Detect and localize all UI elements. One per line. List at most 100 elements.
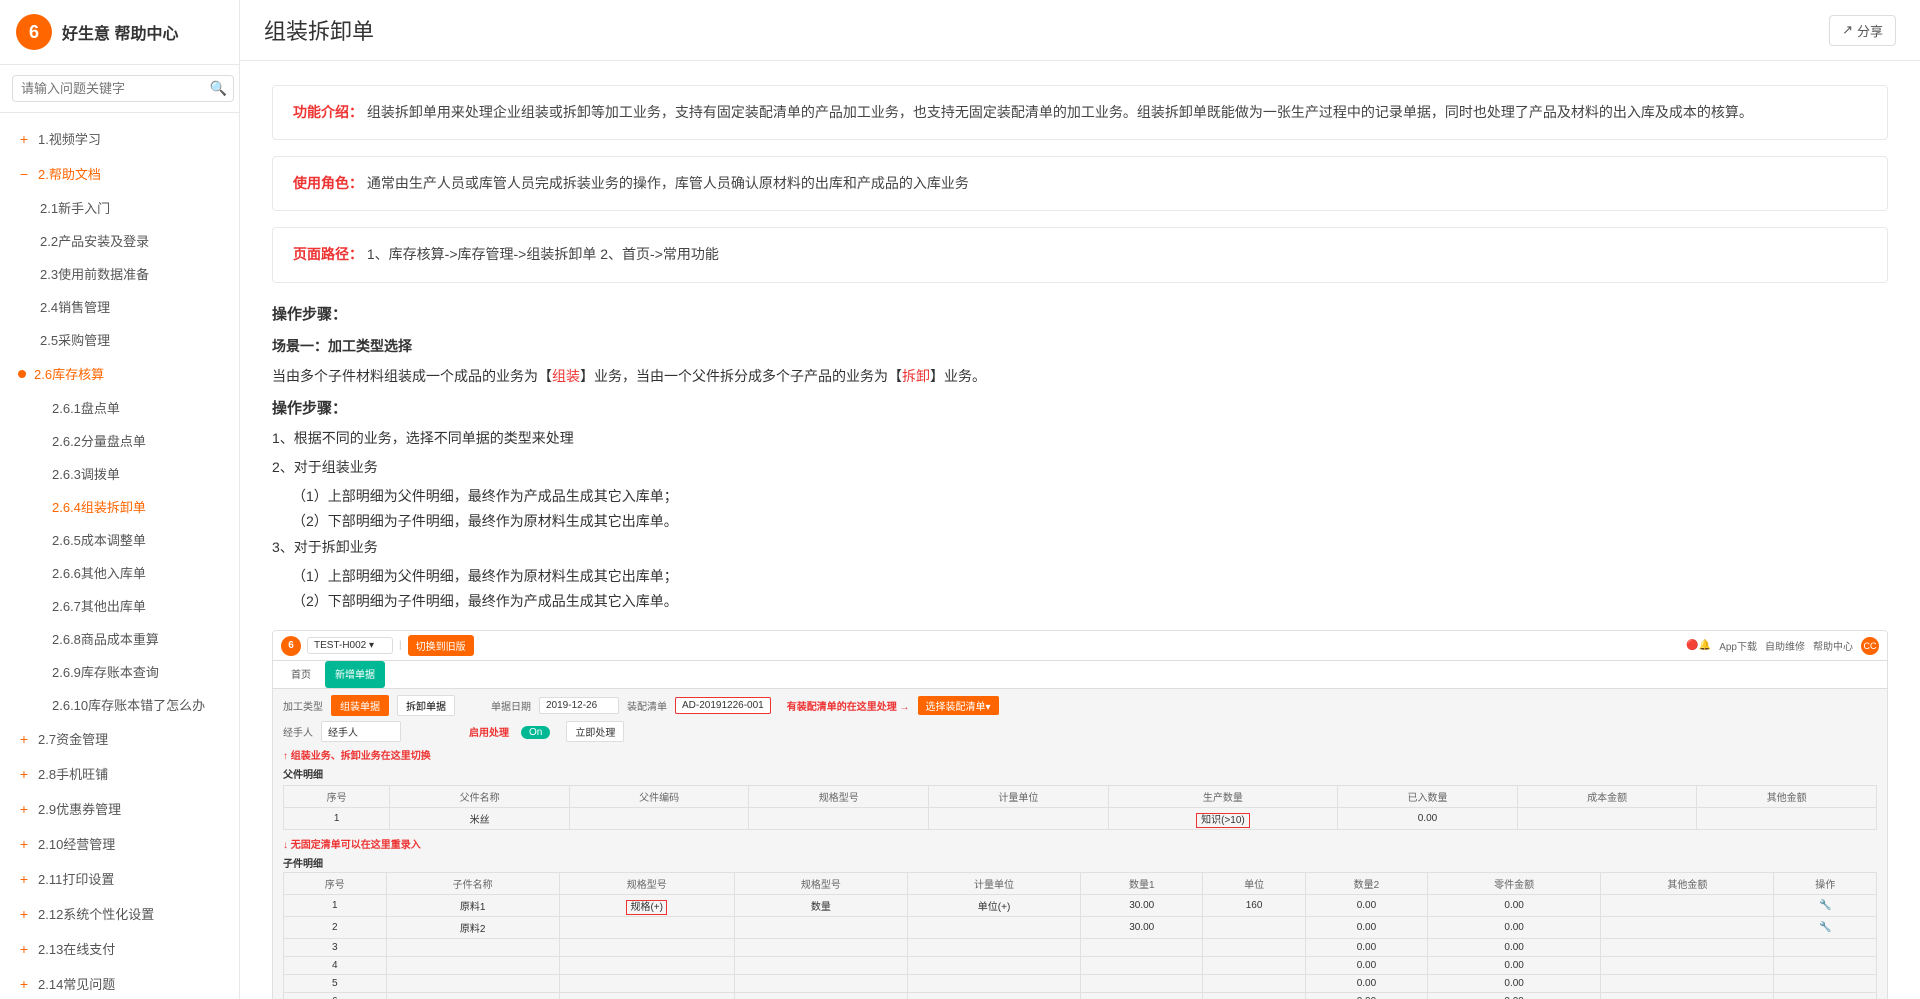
mock-tab-home[interactable]: 首页: [281, 661, 321, 688]
table-row: 1 米丝 知识(>10) 0.00: [284, 808, 1877, 830]
sidebar-nav: + 1.视频学习 − 2.帮助文档 2.1新手入门 2.2产品安装及登录 2.3…: [0, 113, 239, 999]
mock-bom-input[interactable]: AD-20191226-001: [675, 697, 771, 714]
mock-type-assembly[interactable]: 组装单据: [331, 695, 389, 716]
sidebar-item-stock-error[interactable]: 2.6.10库存账本错了怎么办: [0, 688, 239, 721]
mock-th: 数量2: [1305, 873, 1427, 895]
mock-th: 序号: [284, 786, 390, 808]
sidebar-item-coupon[interactable]: + 2.9优惠券管理: [0, 791, 239, 826]
sidebar-item-other-in[interactable]: 2.6.6其他入库单: [0, 556, 239, 589]
mock-topbar: 6 TEST-H002 ▾ | 切换到旧版 🔴🔔 App下载 自助维修 帮助中心…: [273, 631, 1887, 661]
sidebar-item-assembly[interactable]: 2.6.4组装拆卸单: [0, 490, 239, 523]
mock-bom-label: 装配清单: [627, 698, 667, 713]
search-area: 🔍: [0, 65, 239, 113]
mock-type-annotation: ↑ 组装业务、拆卸业务在这里切换: [283, 747, 1877, 762]
mock-date-input[interactable]: 2019-12-26: [539, 697, 619, 714]
mock-annotation-type: ↑ 组装业务、拆卸业务在这里切换: [283, 751, 431, 762]
app-download-link: App下载: [1719, 638, 1757, 653]
scene1-label: 场景一：加工类型选择: [272, 336, 1888, 356]
page-title: 组装拆卸单: [264, 14, 374, 46]
sidebar-item-inventory[interactable]: 2.6库存核算: [0, 356, 239, 391]
mock-th: 子件名称: [386, 873, 559, 895]
sidebar-item-customize[interactable]: + 2.12系统个性化设置: [0, 896, 239, 931]
sidebar-item-cost[interactable]: 2.6.5成本调整单: [0, 523, 239, 556]
plus-icon: +: [16, 766, 32, 782]
mock-annotation-lower: ↓ 无固定清单可以在这里重录入: [283, 836, 1877, 851]
sidebar-item-sales[interactable]: 2.4销售管理: [0, 290, 239, 323]
sidebar-item-install[interactable]: 2.2产品安装及登录: [0, 224, 239, 257]
mock-tab-new[interactable]: 新增单据: [325, 661, 385, 688]
mock-type-disassembly[interactable]: 拆卸单据: [397, 695, 455, 716]
scene1-desc: 当由多个子件材料组装成一个成品的业务为【组装】业务，当由一个父件拆分成多个子产品…: [272, 364, 1888, 389]
sidebar-item-stocktake[interactable]: 2.6.1盘点单: [0, 391, 239, 424]
sidebar-item-payment[interactable]: + 2.13在线支付: [0, 931, 239, 966]
sidebar-item-label: 1.视频学习: [38, 129, 101, 148]
mock-store-selector: TEST-H002 ▾: [307, 637, 393, 654]
mock-enable-toggle[interactable]: On: [521, 726, 550, 738]
plus-icon: +: [16, 801, 32, 817]
mock-th: 零件金额: [1428, 873, 1601, 895]
table-row: 4 0.000.00: [284, 957, 1877, 975]
search-input[interactable]: [12, 75, 234, 102]
mock-th: 生产数量: [1108, 786, 1338, 808]
func-intro-box: 功能介绍： 组装拆卸单用来处理企业组装或拆卸等加工业务，支持有固定装配清单的产品…: [272, 85, 1888, 140]
sidebar-item-purchase[interactable]: 2.5采购管理: [0, 323, 239, 356]
sidebar-item-adjust[interactable]: 2.6.3调拨单: [0, 457, 239, 490]
sidebar-item-capital[interactable]: + 2.7资金管理: [0, 721, 239, 756]
role-box: 使用角色： 通常由生产人员或库管人员完成拆装业务的操作，库管人员确认原材料的出库…: [272, 156, 1888, 211]
sidebar-item-allocate[interactable]: 2.6.2分量盘点单: [0, 424, 239, 457]
mock-confirm-btn[interactable]: 立即处理: [566, 721, 624, 742]
mock-processor-input[interactable]: 经手人: [321, 721, 401, 742]
mock-logo: 6: [281, 636, 301, 656]
ops-label: 操作步骤：: [272, 303, 1888, 324]
mock-th: 规格型号: [749, 786, 929, 808]
sidebar-item-faq[interactable]: + 2.14常见问题: [0, 966, 239, 999]
plus-icon: +: [16, 836, 32, 852]
sidebar-item-cost-recalc[interactable]: 2.6.8商品成本重算: [0, 622, 239, 655]
screenshot-container: 6 TEST-H002 ▾ | 切换到旧版 🔴🔔 App下载 自助维修 帮助中心…: [272, 630, 1888, 999]
mock-switch-btn[interactable]: 切换到旧版: [408, 635, 474, 656]
sidebar-item-mobile[interactable]: + 2.8手机旺铺: [0, 756, 239, 791]
mock-form-row2: 经手人 经手人 启用处理 On 立即处理: [283, 721, 1877, 742]
role-text: 通常由生产人员或库管人员完成拆装业务的操作，库管人员确认原材料的出库和产成品的入…: [367, 175, 969, 191]
func-intro-label: 功能介绍：: [293, 104, 363, 120]
plus-icon: +: [16, 941, 32, 957]
step2-1: （1）上部明细为父件明细，最终作为产成品生成其它入库单；: [292, 484, 1888, 509]
sidebar-item-label: 2.7资金管理: [38, 729, 108, 748]
sidebar-item-ops[interactable]: + 2.10经营管理: [0, 826, 239, 861]
step3-2: （2）下部明细为子件明细，最终作为产成品生成其它入库单。: [292, 589, 1888, 614]
mock-annotation-enable: 启用处理: [469, 724, 509, 739]
user-avatar: CC: [1861, 637, 1879, 655]
mock-th: 父件编码: [569, 786, 749, 808]
sidebar-item-new[interactable]: 2.1新手入门: [0, 191, 239, 224]
step3: 3、对于拆卸业务: [272, 535, 1888, 560]
sidebar-item-other-out[interactable]: 2.6.7其他出库单: [0, 589, 239, 622]
plus-icon: +: [16, 731, 32, 747]
mock-select-btn[interactable]: 选择装配清单▾: [918, 696, 999, 715]
sidebar-item-label: 2.13在线支付: [38, 939, 115, 958]
plus-icon: +: [16, 906, 32, 922]
sidebar-item-stock-check[interactable]: 2.6.9库存账本查询: [0, 655, 239, 688]
sidebar-item-label: 2.9优惠券管理: [38, 799, 121, 818]
sidebar-item-label: 2.8手机旺铺: [38, 764, 108, 783]
mock-th: 规格型号: [559, 873, 734, 895]
table-row: 2 原料2 30.00 0.00 0.00 🔧: [284, 917, 1877, 939]
sidebar-item-label: 2.10经营管理: [38, 834, 115, 853]
mock-th: 其他金额: [1697, 786, 1877, 808]
mock-annotation-bom: 有装配清单的在这里处理 →: [787, 698, 910, 713]
search-button[interactable]: 🔍: [210, 80, 227, 97]
mock-th: 单位: [1203, 873, 1306, 895]
sidebar-item-docs[interactable]: − 2.帮助文档: [0, 156, 239, 191]
mock-upper-table: 序号 父件名称 父件编码 规格型号 计量单位 生产数量 已入数量 成本金额 其他…: [283, 785, 1877, 830]
main-area: 组装拆卸单 ↗ 分享 功能介绍： 组装拆卸单用来处理企业组装或拆卸等加工业务，支…: [240, 0, 1920, 999]
sidebar-logo: 6 好生意 帮助中心: [0, 0, 239, 65]
sidebar-item-data[interactable]: 2.3使用前数据准备: [0, 257, 239, 290]
sidebar-item-print[interactable]: + 2.11打印设置: [0, 861, 239, 896]
sidebar-item-video[interactable]: + 1.视频学习: [0, 121, 239, 156]
ops-steps-label: 操作步骤：: [272, 397, 1888, 418]
share-button[interactable]: ↗ 分享: [1829, 15, 1896, 46]
mock-th: 父件名称: [390, 786, 570, 808]
mock-upper-table-label: 父件明细: [283, 766, 1877, 781]
table-row: 1 原料1 规格(+) 数量 单位(+) 30.00 160 0.00 0.00: [284, 895, 1877, 917]
sidebar-item-label: 2.12系统个性化设置: [38, 904, 154, 923]
mock-th: 成本金额: [1517, 786, 1697, 808]
